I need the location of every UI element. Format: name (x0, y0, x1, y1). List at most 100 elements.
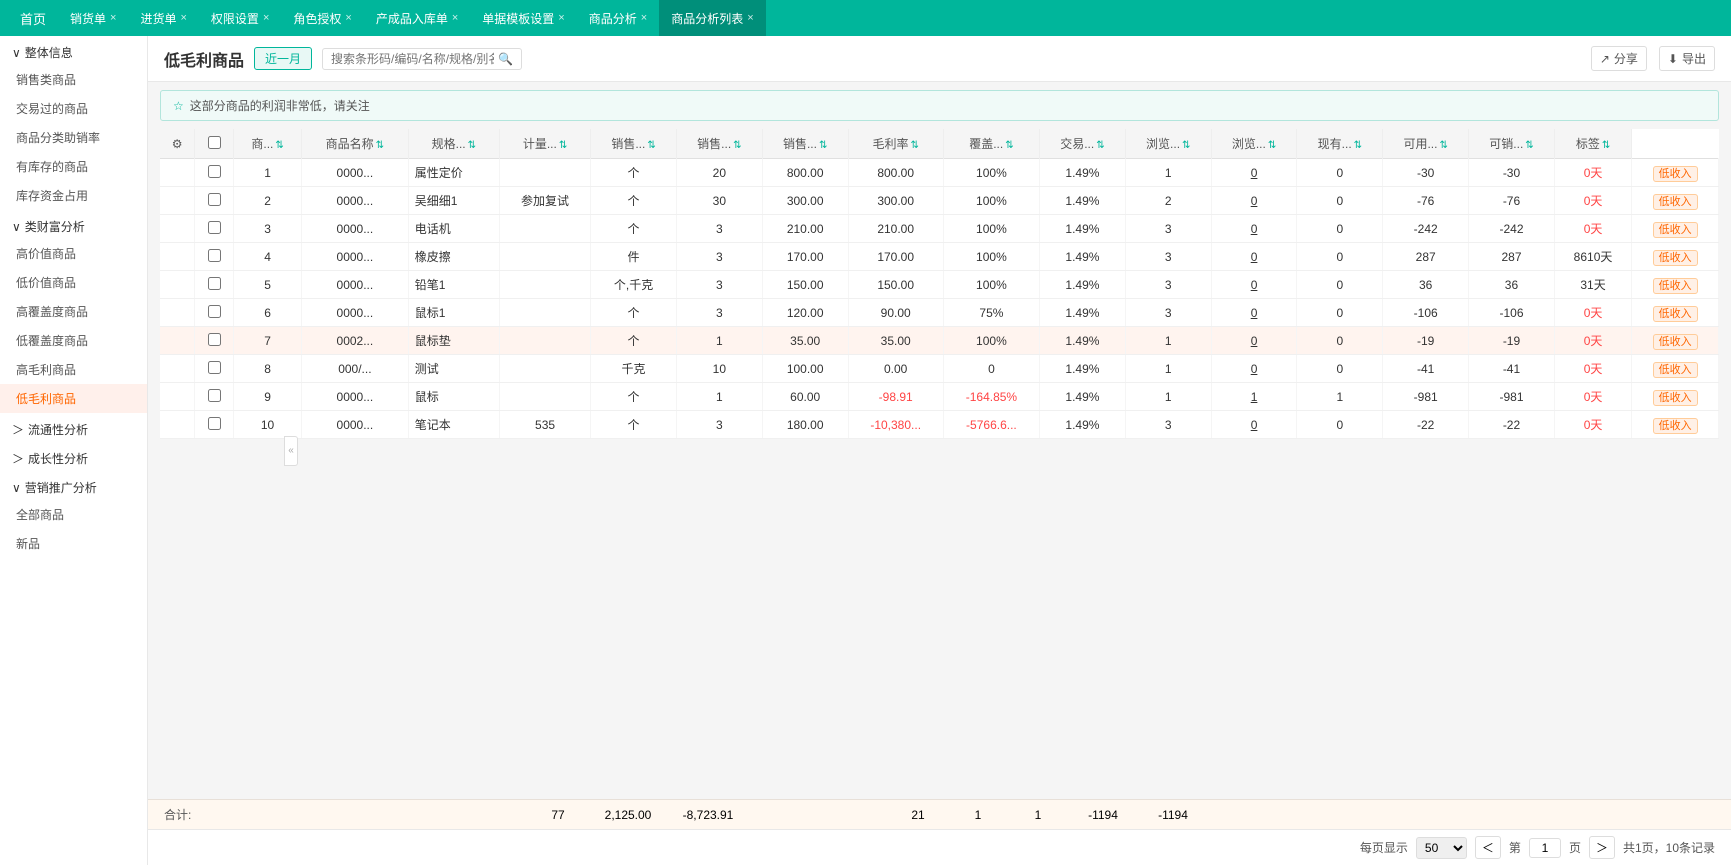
row-transactions: 1 (1125, 327, 1211, 355)
sidebar-group-growth[interactable]: ＞ 成长性分析 (0, 442, 147, 471)
next-page-button[interactable]: ＞ (1589, 836, 1615, 859)
sidebar-group-flow[interactable]: ＞ 流通性分析 (0, 413, 147, 442)
sidebar-item-all-goods[interactable]: 全部商品 (0, 500, 147, 529)
col-saleable[interactable]: 可销...⇅ (1469, 129, 1555, 159)
col-gross-margin[interactable]: 毛利率⇅ (848, 129, 943, 159)
close-permissions-icon[interactable]: × (263, 12, 269, 24)
close-templates-icon[interactable]: × (558, 12, 564, 24)
row-check[interactable] (208, 165, 221, 178)
row-checkbox[interactable] (195, 383, 234, 411)
row-check[interactable] (208, 417, 221, 430)
page-input[interactable] (1529, 838, 1561, 858)
col-views2[interactable]: 浏览...⇅ (1211, 129, 1297, 159)
share-button[interactable]: ↗ 分享 (1591, 46, 1647, 71)
col-tag[interactable]: 标签⇅ (1554, 129, 1631, 159)
sidebar-collapse-btn[interactable]: « (284, 436, 298, 466)
close-purchase-icon[interactable]: × (180, 12, 186, 24)
prev-page-button[interactable]: ＜ (1475, 836, 1501, 859)
row-checkbox[interactable] (195, 243, 234, 271)
row-available: -22 (1469, 411, 1555, 439)
col-transactions[interactable]: 交易...⇅ (1040, 129, 1126, 159)
nav-sales[interactable]: 销货单 × (58, 0, 128, 36)
search-icon[interactable]: 🔍 (498, 52, 513, 66)
col-code[interactable]: 商...⇅ (234, 129, 302, 159)
row-views2: 0 (1297, 411, 1383, 439)
sidebar-group-marketing[interactable]: ∨ 营销推广分析 (0, 471, 147, 500)
row-checkbox[interactable] (195, 299, 234, 327)
sidebar-group-wealth[interactable]: ∨ 类财富分析 (0, 210, 147, 239)
col-views1[interactable]: 浏览...⇅ (1125, 129, 1211, 159)
row-sales-amount: 170.00 (848, 243, 943, 271)
row-settings (160, 187, 195, 215)
row-checkbox[interactable] (195, 187, 234, 215)
nav-products[interactable]: 产成品入库单 × (364, 0, 470, 36)
close-goods-analysis-icon[interactable]: × (641, 12, 647, 24)
col-coverage[interactable]: 覆盖...⇅ (943, 129, 1039, 159)
sidebar-item-new-goods[interactable]: 新品 (0, 529, 147, 558)
row-sales-amount: -10,380... (848, 411, 943, 439)
row-check[interactable] (208, 389, 221, 402)
sidebar-item-capital[interactable]: 库存资金占用 (0, 181, 147, 210)
nav-templates[interactable]: 单据模板设置 × (470, 0, 576, 36)
col-settings[interactable]: ⚙ (160, 129, 195, 159)
row-check[interactable] (208, 305, 221, 318)
sidebar-item-high-coverage[interactable]: 高覆盖度商品 (0, 297, 147, 326)
row-check[interactable] (208, 193, 221, 206)
row-check[interactable] (208, 221, 221, 234)
row-sales-price: 170.00 (762, 243, 848, 271)
sidebar-group-overall[interactable]: ∨ 整体信息 (0, 36, 147, 65)
select-all-checkbox[interactable] (208, 136, 221, 149)
row-check[interactable] (208, 333, 221, 346)
row-check[interactable] (208, 249, 221, 262)
sidebar-item-high-value[interactable]: 高价值商品 (0, 239, 147, 268)
nav-permissions[interactable]: 权限设置 × (199, 0, 281, 36)
row-spec (499, 243, 590, 271)
per-page-select[interactable]: 50 100 200 (1416, 837, 1467, 859)
sidebar-item-sales-goods[interactable]: 销售类商品 (0, 65, 147, 94)
col-sales-price[interactable]: 销售...⇅ (676, 129, 762, 159)
export-button[interactable]: ⬇ 导出 (1659, 46, 1715, 71)
close-sales-icon[interactable]: × (110, 12, 116, 24)
row-checkbox[interactable] (195, 411, 234, 439)
sidebar-item-category-rate[interactable]: 商品分类助销率 (0, 123, 147, 152)
row-checkbox[interactable] (195, 271, 234, 299)
sidebar-item-low-margin[interactable]: 低毛利商品 (0, 384, 147, 413)
row-check[interactable] (208, 277, 221, 290)
row-checkbox[interactable] (195, 159, 234, 187)
search-input[interactable] (331, 52, 494, 66)
nav-roles[interactable]: 角色授权 × (281, 0, 363, 36)
nav-purchase[interactable]: 进货单 × (128, 0, 198, 36)
page-header: 低毛利商品 近一月 🔍 ↗ 分享 ⬇ 导出 (148, 36, 1731, 82)
close-products-icon[interactable]: × (452, 12, 458, 24)
nav-goods-analysis[interactable]: 商品分析 × (577, 0, 659, 36)
nav-goods-analysis-list[interactable]: 商品分析列表 × (659, 0, 765, 36)
row-views1: 0 (1211, 187, 1297, 215)
sidebar-item-high-margin[interactable]: 高毛利商品 (0, 355, 147, 384)
col-available[interactable]: 可用...⇅ (1383, 129, 1469, 159)
close-roles-icon[interactable]: × (345, 12, 351, 24)
row-check[interactable] (208, 361, 221, 374)
row-views1: 0 (1211, 215, 1297, 243)
sidebar-item-traded[interactable]: 交易过的商品 (0, 94, 147, 123)
date-filter-button[interactable]: 近一月 (254, 47, 312, 70)
sidebar-item-low-coverage[interactable]: 低覆盖度商品 (0, 326, 147, 355)
row-checkbox[interactable] (195, 327, 234, 355)
col-spec[interactable]: 规格...⇅ (408, 129, 499, 159)
row-checkbox[interactable] (195, 215, 234, 243)
nav-home[interactable]: 首页 (8, 0, 58, 36)
sidebar-item-in-stock[interactable]: 有库存的商品 (0, 152, 147, 181)
col-unit[interactable]: 计量...⇅ (499, 129, 590, 159)
col-checkbox[interactable] (195, 129, 234, 159)
row-code: 0000... (302, 159, 409, 187)
close-goods-analysis-list-icon[interactable]: × (747, 12, 753, 24)
row-views2: 0 (1297, 187, 1383, 215)
col-sales-amount[interactable]: 销售...⇅ (762, 129, 848, 159)
row-checkbox[interactable] (195, 355, 234, 383)
row-name: 测试 (408, 355, 499, 383)
col-sales-qty[interactable]: 销售...⇅ (591, 129, 677, 159)
col-name[interactable]: 商品名称⇅ (302, 129, 409, 159)
row-sales-price: 35.00 (762, 327, 848, 355)
col-current-stock[interactable]: 现有...⇅ (1297, 129, 1383, 159)
row-current: 36 (1383, 271, 1469, 299)
sidebar-item-low-value[interactable]: 低价值商品 (0, 268, 147, 297)
